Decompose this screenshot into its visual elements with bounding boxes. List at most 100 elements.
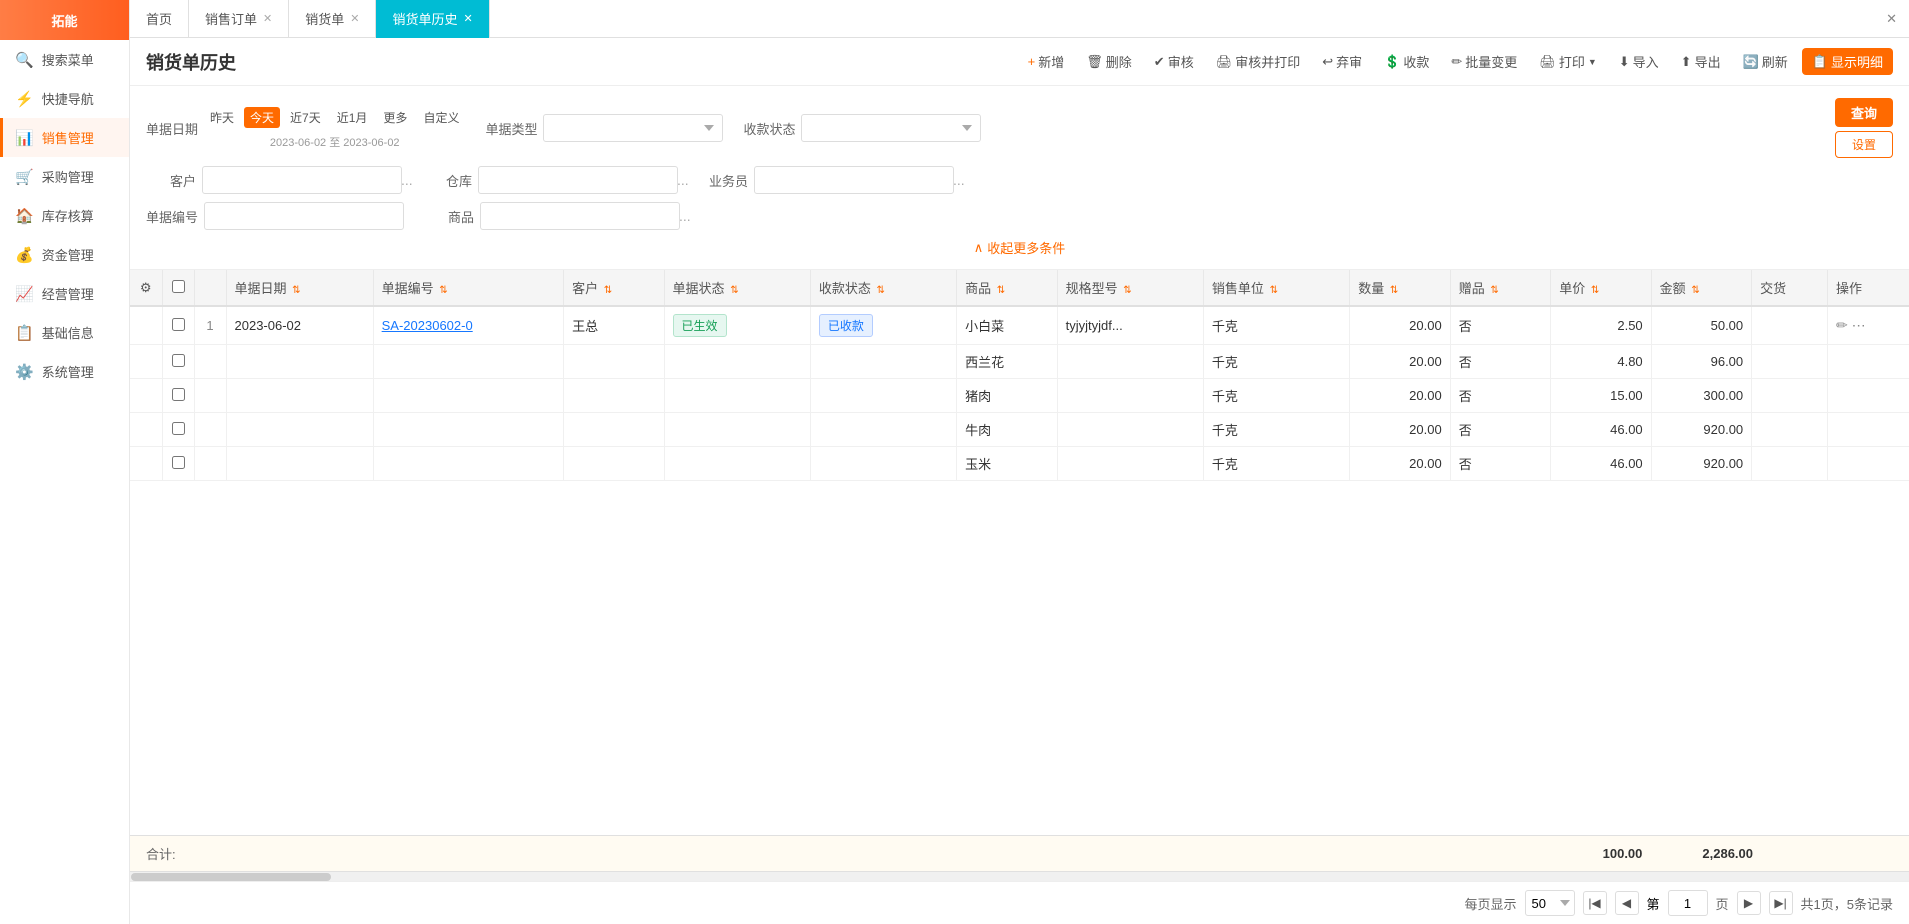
row-sales-unit: 千克 xyxy=(1203,306,1349,345)
row-checkbox[interactable] xyxy=(172,456,185,469)
collection-status-select[interactable] xyxy=(801,114,981,142)
table-row: 12023-06-02SA-20230602-0王总已生效已收款小白菜tyjyj… xyxy=(130,306,1909,345)
tab-close-all-btn[interactable]: ✕ xyxy=(1874,0,1909,38)
date-tab-7days[interactable]: 近7天 xyxy=(284,107,327,128)
col-amount-header[interactable]: 金额 ⇅ xyxy=(1651,270,1751,306)
collect-button[interactable]: 💲 收款 xyxy=(1376,48,1437,75)
sidebar-item-sales-mgmt[interactable]: 📊 销售管理 xyxy=(0,118,129,157)
col-sales-unit-header[interactable]: 销售单位 ⇅ xyxy=(1203,270,1349,306)
first-page-button[interactable]: |◀ xyxy=(1583,891,1607,915)
customer-input[interactable] xyxy=(203,170,395,191)
col-settings-header[interactable]: ⚙ xyxy=(130,270,162,306)
sidebar-item-operation[interactable]: 📈 经营管理 xyxy=(0,274,129,313)
col-doc-number-header[interactable]: 单据编号 ⇅ xyxy=(373,270,563,306)
tab-home[interactable]: 首页 xyxy=(130,0,189,38)
date-tab-yesterday[interactable]: 昨天 xyxy=(204,107,240,128)
row-checkbox-cell[interactable] xyxy=(162,447,194,481)
salesperson-dots-button[interactable]: ... xyxy=(947,172,971,188)
doc-number-input[interactable] xyxy=(204,202,404,230)
row-unit-price: 46.00 xyxy=(1551,413,1651,447)
row-customer xyxy=(564,413,664,447)
refresh-button[interactable]: 🔄 刷新 xyxy=(1735,48,1796,75)
row-amount: 920.00 xyxy=(1651,413,1751,447)
col-spec-header[interactable]: 规格型号 ⇅ xyxy=(1057,270,1203,306)
import-button[interactable]: ⬇ 导入 xyxy=(1611,48,1667,75)
row-doc-date xyxy=(226,447,373,481)
row-doc-number[interactable]: SA-20230602-0 xyxy=(373,306,563,345)
batch-change-button[interactable]: ✏ 批量变更 xyxy=(1443,48,1525,75)
date-tab-custom[interactable]: 自定义 xyxy=(417,107,465,128)
total-records-label: 共1页，5条记录 xyxy=(1801,894,1893,913)
more-icon[interactable]: ⋯ xyxy=(1852,317,1866,334)
row-amount: 50.00 xyxy=(1651,306,1751,345)
warehouse-dots-button[interactable]: ... xyxy=(671,172,695,188)
delete-button[interactable]: 🗑 删除 xyxy=(1078,48,1140,75)
col-collection-status-header[interactable]: 收款状态 ⇅ xyxy=(810,270,956,306)
row-checkbox-cell[interactable] xyxy=(162,345,194,379)
doc-type-select[interactable] xyxy=(543,114,723,142)
row-checkbox[interactable] xyxy=(172,388,185,401)
collapse-button[interactable]: ∧ 收起更多条件 xyxy=(146,238,1893,257)
tab-sales-history[interactable]: 销货单历史 ✕ xyxy=(376,0,489,38)
print-icon: 🖨 xyxy=(1539,54,1556,70)
goods-input[interactable] xyxy=(481,206,673,227)
col-gift-header[interactable]: 赠品 ⇅ xyxy=(1450,270,1550,306)
audit-button[interactable]: ✔ 审核 xyxy=(1146,48,1202,75)
warehouse-input[interactable] xyxy=(479,170,671,191)
close-icon[interactable]: ✕ xyxy=(350,12,359,25)
edit-icon[interactable]: ✏ xyxy=(1836,317,1848,334)
col-customer-header[interactable]: 客户 ⇅ xyxy=(564,270,664,306)
query-button[interactable]: 查询 xyxy=(1835,98,1893,127)
prev-page-button[interactable]: ◀ xyxy=(1615,891,1639,915)
col-goods-header[interactable]: 商品 ⇅ xyxy=(957,270,1057,306)
sort-icon: ⇅ xyxy=(1270,285,1278,296)
next-page-button[interactable]: ▶ xyxy=(1737,891,1761,915)
last-page-button[interactable]: ▶| xyxy=(1769,891,1793,915)
col-doc-date-header[interactable]: 单据日期 ⇅ xyxy=(226,270,373,306)
close-icon[interactable]: ✕ xyxy=(263,12,272,25)
salesperson-input[interactable] xyxy=(755,170,947,191)
audit-print-button[interactable]: 🖨 审核并打印 xyxy=(1208,48,1309,75)
col-checkbox-header[interactable] xyxy=(162,270,194,306)
doc-number-link[interactable]: SA-20230602-0 xyxy=(382,318,473,333)
close-icon[interactable]: ✕ xyxy=(464,12,473,25)
print-button[interactable]: 🖨 打印 ▼ xyxy=(1531,48,1604,75)
customer-dots-button[interactable]: ... xyxy=(395,172,419,188)
sidebar-item-purchase-mgmt[interactable]: 🛒 采购管理 xyxy=(0,157,129,196)
row-checkbox-cell[interactable] xyxy=(162,306,194,345)
settings-button[interactable]: 设置 xyxy=(1835,131,1893,158)
date-tab-1month[interactable]: 近1月 xyxy=(331,107,374,128)
row-transaction xyxy=(1752,345,1828,379)
footer-total-quantity: 100.00 xyxy=(1603,846,1643,861)
select-all-checkbox[interactable] xyxy=(172,280,185,293)
page-number-input[interactable] xyxy=(1668,890,1708,916)
tab-sales-order[interactable]: 销售订单 ✕ xyxy=(189,0,289,38)
scroll-thumb[interactable] xyxy=(131,873,331,881)
sidebar-item-search-menu[interactable]: 🔍 搜索菜单 xyxy=(0,40,129,79)
row-checkbox-cell[interactable] xyxy=(162,413,194,447)
show-detail-button[interactable]: 📋 显示明细 xyxy=(1802,48,1893,75)
col-unit-price-header[interactable]: 单价 ⇅ xyxy=(1551,270,1651,306)
export-button[interactable]: ⬆ 导出 xyxy=(1673,48,1729,75)
sidebar-item-inventory[interactable]: 🏠 库存核算 xyxy=(0,196,129,235)
page-size-select[interactable]: 50 100 200 xyxy=(1525,890,1575,916)
goods-dots-button[interactable]: ... xyxy=(673,208,697,224)
row-checkbox[interactable] xyxy=(172,354,185,367)
row-settings-cell xyxy=(130,413,162,447)
col-doc-status-header[interactable]: 单据状态 ⇅ xyxy=(664,270,810,306)
tab-sales-goods[interactable]: 销货单 ✕ xyxy=(289,0,376,38)
col-quantity-header[interactable]: 数量 ⇅ xyxy=(1350,270,1450,306)
sidebar-item-sys-mgmt[interactable]: ⚙️ 系统管理 xyxy=(0,352,129,391)
row-checkbox[interactable] xyxy=(172,422,185,435)
sidebar-item-quick-nav[interactable]: ⚡ 快捷导航 xyxy=(0,79,129,118)
date-tab-more[interactable]: 更多 xyxy=(377,107,413,128)
horizontal-scrollbar[interactable] xyxy=(130,871,1909,881)
date-tab-today[interactable]: 今天 xyxy=(244,107,280,128)
sidebar-item-finance[interactable]: 💰 资金管理 xyxy=(0,235,129,274)
sidebar-item-basic-info[interactable]: 📋 基础信息 xyxy=(0,313,129,352)
row-checkbox-cell[interactable] xyxy=(162,379,194,413)
footer-values: 100.00 2,286.00 xyxy=(206,846,1893,861)
abandon-button[interactable]: ↩ 弃审 xyxy=(1314,48,1370,75)
row-checkbox[interactable] xyxy=(172,318,185,331)
add-button[interactable]: + 新增 xyxy=(1020,48,1073,75)
